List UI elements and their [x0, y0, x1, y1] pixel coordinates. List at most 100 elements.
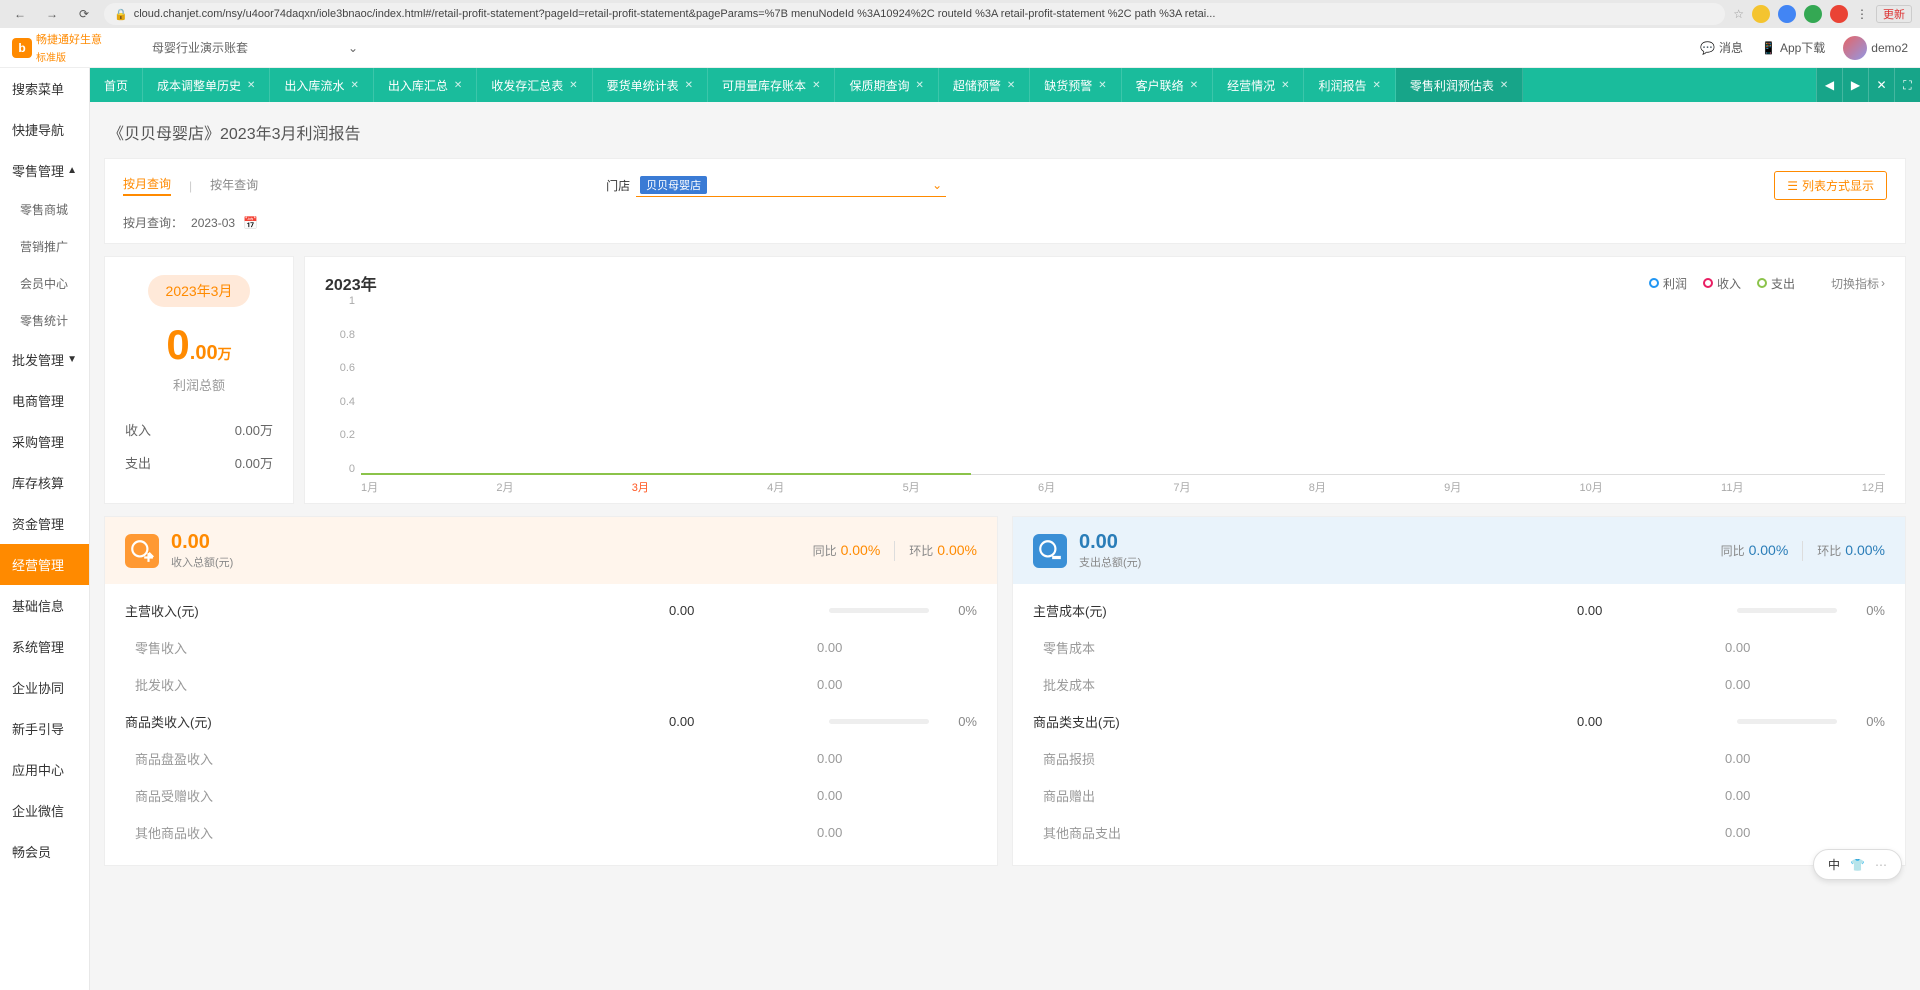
qtab-month[interactable]: 按月查询: [123, 175, 171, 196]
float-toolbar[interactable]: 中 👕 ⋯: [1813, 849, 1902, 880]
sidebar: 搜索菜单 快捷导航 零售管理▲零售商城营销推广会员中心零售统计批发管理▼电商管理…: [0, 68, 90, 990]
close-icon[interactable]: ✕: [350, 80, 358, 91]
qtab-year[interactable]: 按年查询: [210, 176, 258, 195]
sidebar-item[interactable]: 批发管理▼: [0, 339, 89, 380]
close-icon[interactable]: ✕: [1281, 80, 1289, 91]
calendar-icon[interactable]: 📅: [243, 216, 258, 230]
message-icon: 💬: [1700, 41, 1715, 55]
ime-toggle[interactable]: 中: [1828, 856, 1840, 873]
logo[interactable]: b 畅捷通好生意 标准版: [12, 31, 102, 64]
income-total-label: 收入总额(元): [171, 554, 233, 570]
close-icon[interactable]: ✕: [812, 80, 820, 91]
close-icon[interactable]: ✕: [454, 80, 462, 91]
shirt-icon[interactable]: 👕: [1850, 858, 1865, 872]
tab[interactable]: 经营情况✕: [1213, 68, 1304, 102]
expense-label: 支出: [125, 453, 151, 472]
sidebar-item[interactable]: 资金管理: [0, 503, 89, 544]
tab[interactable]: 成本调整单历史✕: [143, 68, 270, 102]
tab[interactable]: 出入库汇总✕: [374, 68, 477, 102]
nav-back[interactable]: ←: [8, 2, 32, 26]
caret-icon: ▲: [67, 165, 77, 176]
progress-bar: [1737, 719, 1837, 724]
chevron-down-icon: ⌄: [932, 178, 942, 192]
legend-expense[interactable]: 支出: [1757, 275, 1795, 292]
sidebar-quicknav[interactable]: 快捷导航: [0, 109, 89, 150]
avatar: [1843, 36, 1867, 60]
sidebar-item[interactable]: 库存核算: [0, 462, 89, 503]
browser-toolbar: ← → ⟳ 🔒 cloud.chanjet.com/nsy/u4oor74daq…: [0, 0, 1920, 28]
sidebar-item[interactable]: 采购管理: [0, 421, 89, 462]
nav-forward[interactable]: →: [40, 2, 64, 26]
sidebar-item[interactable]: 新手引导: [0, 708, 89, 749]
nav-reload[interactable]: ⟳: [72, 2, 96, 26]
month-query-label: 按月查询：: [123, 214, 183, 231]
close-icon[interactable]: ✕: [1500, 80, 1508, 91]
tab[interactable]: 利润报告✕: [1304, 68, 1395, 102]
sidebar-sub-item[interactable]: 零售统计: [0, 302, 89, 339]
month-query-value: 2023-03: [191, 216, 235, 230]
tab[interactable]: 零售利润预估表✕: [1396, 68, 1523, 102]
sidebar-sub-item[interactable]: 零售商城: [0, 191, 89, 228]
tab[interactable]: 要货单统计表✕: [593, 68, 708, 102]
breakdown-row: 批发成本0.00: [1033, 666, 1885, 703]
sidebar-sub-item[interactable]: 营销推广: [0, 228, 89, 265]
tab[interactable]: 超储预警✕: [939, 68, 1030, 102]
chevron-right-icon: ›: [1881, 276, 1885, 290]
sidebar-sub-item[interactable]: 会员中心: [0, 265, 89, 302]
sidebar-item[interactable]: 企业协同: [0, 667, 89, 708]
close-icon[interactable]: ✕: [247, 80, 255, 91]
phone-icon: 📱: [1761, 41, 1776, 55]
tab[interactable]: 保质期查询✕: [835, 68, 938, 102]
sidebar-item[interactable]: 应用中心: [0, 749, 89, 790]
legend-income[interactable]: 收入: [1703, 275, 1741, 292]
account-selector[interactable]: 母婴行业演示账套 ⌄: [152, 39, 358, 56]
close-icon[interactable]: ✕: [1373, 80, 1381, 91]
legend-profit[interactable]: 利润: [1649, 275, 1687, 292]
expense-yoy: 同比0.00%: [1721, 542, 1789, 559]
sidebar-item[interactable]: 系统管理: [0, 626, 89, 667]
store-label: 门店: [606, 177, 630, 194]
progress-bar: [1737, 608, 1837, 613]
tabs-fullscreen[interactable]: ⛶: [1894, 68, 1920, 102]
close-icon[interactable]: ✕: [1098, 80, 1106, 91]
close-icon[interactable]: ✕: [1007, 80, 1015, 91]
list-mode-button[interactable]: ☰ 列表方式显示: [1774, 171, 1887, 200]
chart-plot[interactable]: 10.80.60.40.20 1月2月3月4月5月6月7月8月9月10月11月1…: [325, 295, 1885, 495]
header-user[interactable]: demo2: [1843, 36, 1908, 60]
tab[interactable]: 可用量库存账本✕: [708, 68, 835, 102]
more-icon[interactable]: ⋯: [1875, 858, 1887, 872]
profit-label: 利润总额: [119, 375, 279, 394]
logo-icon: b: [12, 38, 32, 58]
main: 首页成本调整单历史✕出入库流水✕出入库汇总✕收发存汇总表✕要货单统计表✕可用量库…: [90, 68, 1920, 990]
close-icon[interactable]: ✕: [1190, 80, 1198, 91]
header-message[interactable]: 💬 消息: [1700, 39, 1743, 56]
tabs-scroll-left[interactable]: ◀: [1816, 68, 1842, 102]
close-icon[interactable]: ✕: [685, 80, 693, 91]
url-bar[interactable]: 🔒 cloud.chanjet.com/nsy/u4oor74daqxn/iol…: [104, 3, 1725, 25]
breakdown-row: 其他商品支出0.00: [1033, 814, 1885, 851]
tabs-close-all[interactable]: ✕: [1868, 68, 1894, 102]
sidebar-item[interactable]: 企业微信: [0, 790, 89, 831]
tab[interactable]: 首页: [90, 68, 143, 102]
close-icon[interactable]: ✕: [569, 80, 577, 91]
sidebar-search[interactable]: 搜索菜单: [0, 68, 89, 109]
switch-indicator[interactable]: 切换指标›: [1831, 275, 1885, 292]
sidebar-item[interactable]: 基础信息: [0, 585, 89, 626]
store-select[interactable]: 贝贝母婴店 ⌄: [636, 174, 946, 197]
sidebar-item[interactable]: 电商管理: [0, 380, 89, 421]
tabs-scroll-right[interactable]: ▶: [1842, 68, 1868, 102]
tab[interactable]: 客户联络✕: [1122, 68, 1213, 102]
tab[interactable]: 收发存汇总表✕: [477, 68, 592, 102]
breakdown-row: 商品类支出(元)0.000%: [1033, 703, 1885, 740]
breakdown-row: 商品盘盈收入0.00: [125, 740, 977, 777]
tab[interactable]: 出入库流水✕: [270, 68, 373, 102]
tab[interactable]: 缺货预警✕: [1030, 68, 1121, 102]
income-value: 0.00万: [235, 420, 273, 439]
logo-edition: 标准版: [36, 49, 102, 64]
sidebar-item[interactable]: 经营管理: [0, 544, 89, 585]
tabs-bar: 首页成本调整单历史✕出入库流水✕出入库汇总✕收发存汇总表✕要货单统计表✕可用量库…: [90, 68, 1920, 102]
sidebar-item[interactable]: 零售管理▲: [0, 150, 89, 191]
header-app-download[interactable]: 📱 App下载: [1761, 39, 1825, 56]
close-icon[interactable]: ✕: [915, 80, 923, 91]
sidebar-item[interactable]: 畅会员: [0, 831, 89, 872]
